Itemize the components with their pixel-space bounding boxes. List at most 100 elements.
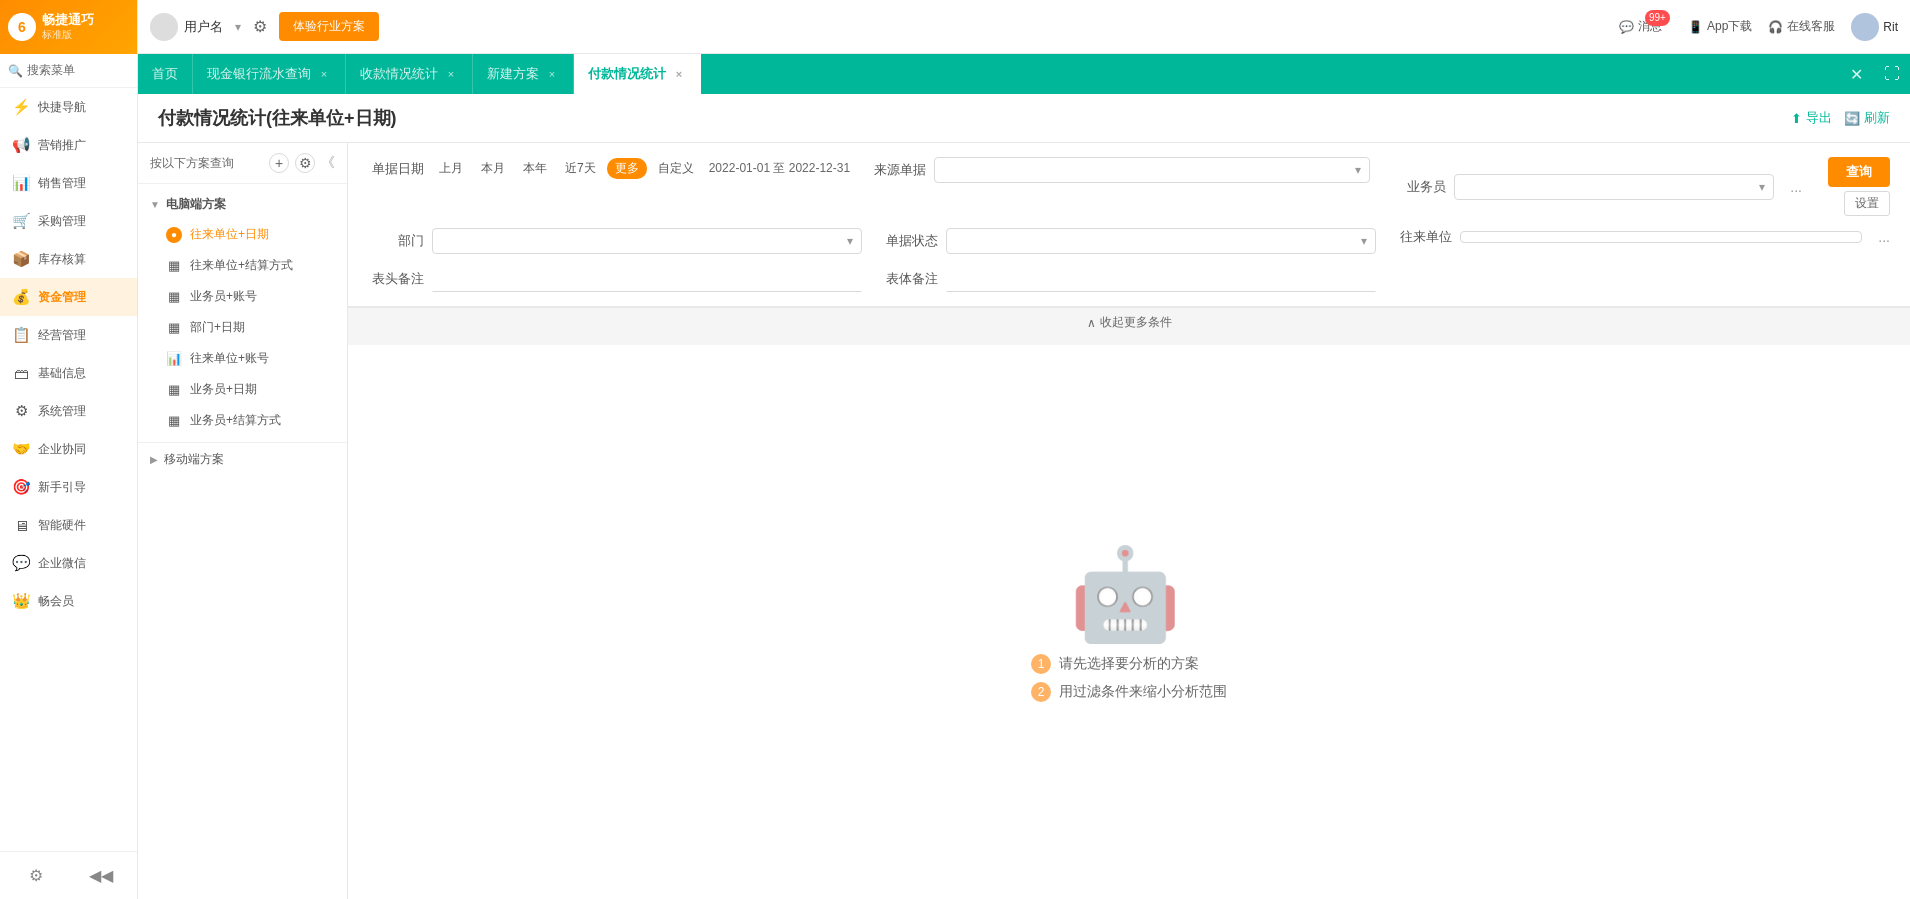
sidebar-item-basic-info[interactable]: 🗃 基础信息 <box>0 354 137 392</box>
topbar-actions: 💬 消息 99+ 📱 App下载 🎧 在线客服 Rit <box>1619 13 1898 41</box>
tab-receivable-stats-close[interactable]: × <box>444 67 458 81</box>
sidebar-item-hardware[interactable]: 🖥 智能硬件 <box>0 506 137 544</box>
body-note-input[interactable] <box>946 266 1376 292</box>
scheme-item-staff-date[interactable]: ▦ 业务员+日期 <box>138 374 347 405</box>
filter-area: 单据日期 上月 本月 本年 近7天 更多 自定义 2022-01-01 至 20… <box>348 143 1910 307</box>
sidebar-item-capital[interactable]: 💰 资金管理 <box>0 278 137 316</box>
user-info[interactable]: 用户名 <box>150 13 223 41</box>
brand-info: 畅捷通巧 标准版 <box>42 12 94 42</box>
date-btn-this-year[interactable]: 本年 <box>516 157 554 180</box>
sidebar-item-operation[interactable]: 📋 经营管理 <box>0 316 137 354</box>
desktop-scheme-group: ▼ 电脑端方案 ● 往来单位+日期 ▦ 往来单位+结算方式 ▦ 业务员+账号 <box>138 184 347 442</box>
dept-label: 部门 <box>368 232 424 250</box>
tab-bank-flow-close[interactable]: × <box>317 67 331 81</box>
date-btn-7days[interactable]: 近7天 <box>558 157 603 180</box>
date-btn-this-month[interactable]: 本月 <box>474 157 512 180</box>
topbar-dropdown-btn[interactable]: ▾ <box>235 20 241 34</box>
date-btn-custom[interactable]: 自定义 <box>651 157 701 180</box>
logo-icon: 6 <box>8 13 36 41</box>
topbar-gear-btn[interactable]: ⚙ <box>253 17 267 36</box>
sidebar-item-cooperation[interactable]: 🤝 企业协同 <box>0 430 137 468</box>
hardware-icon: 🖥 <box>12 516 30 534</box>
scheme-item-unit-date[interactable]: ● 往来单位+日期 <box>138 219 347 250</box>
chart-icon: 📊 <box>166 351 182 367</box>
sidebar-item-wechat[interactable]: 💬 企业微信 <box>0 544 137 582</box>
add-scheme-btn[interactable]: + <box>269 153 289 173</box>
tab-receivable-stats[interactable]: 收款情况统计 × <box>346 54 473 94</box>
query-btn[interactable]: 查询 <box>1828 157 1890 187</box>
scheme-item-unit-account[interactable]: 📊 往来单位+账号 <box>138 343 347 374</box>
page-header: 付款情况统计(往来单位+日期) ⬆ 导出 🔄 刷新 <box>138 94 1910 143</box>
sidebar-item-member[interactable]: 👑 畅会员 <box>0 582 137 620</box>
filter-panel: 单据日期 上月 本月 本年 近7天 更多 自定义 2022-01-01 至 20… <box>348 143 1910 899</box>
sidebar-collapse-btn[interactable]: ◀◀ <box>73 860 130 891</box>
tab-bank-flow[interactable]: 现金银行流水查询 × <box>193 54 346 94</box>
sidebar-item-label: 智能硬件 <box>38 517 86 534</box>
body-note-label: 表体备注 <box>882 270 938 288</box>
sidebar-item-purchase[interactable]: 🛒 采购管理 <box>0 202 137 240</box>
staff-dots[interactable]: ... <box>1790 179 1802 195</box>
tab-payment-stats-close[interactable]: × <box>672 67 686 81</box>
scheme-settings-btn[interactable]: ⚙ <box>295 153 315 173</box>
sidebar-item-marketing[interactable]: 📢 营销推广 <box>0 126 137 164</box>
sidebar-item-quick-nav[interactable]: ⚡ 快捷导航 <box>0 88 137 126</box>
purchase-icon: 🛒 <box>12 212 30 230</box>
source-select[interactable]: ▾ <box>934 157 1370 183</box>
doc-status-select[interactable]: ▾ <box>946 228 1376 254</box>
staff-select[interactable]: ▾ <box>1454 174 1774 200</box>
scheme-item-dept-date[interactable]: ▦ 部门+日期 <box>138 312 347 343</box>
header-note-input[interactable] <box>432 266 862 292</box>
mobile-group-label: 移动端方案 <box>164 451 224 468</box>
messages-btn[interactable]: 💬 消息 99+ <box>1619 18 1662 35</box>
tab-home[interactable]: 首页 <box>138 54 193 94</box>
refresh-btn[interactable]: 🔄 刷新 <box>1844 109 1890 127</box>
scheme-item-icon: ▦ <box>166 413 182 429</box>
filter-row-2: 部门 ▾ 单据状态 ▾ <box>368 228 1890 254</box>
scheme-item-staff-account[interactable]: ▦ 业务员+账号 <box>138 281 347 312</box>
message-icon: 💬 <box>1619 20 1634 34</box>
guide-icon: 🎯 <box>12 478 30 496</box>
app-download-btn[interactable]: 📱 App下载 <box>1688 18 1752 35</box>
tab-new-scheme[interactable]: 新建方案 × <box>473 54 574 94</box>
export-icon: ⬆ <box>1791 111 1802 126</box>
scheme-panel-collapse-btn[interactable]: 《 <box>321 154 335 172</box>
collapse-conditions-btn[interactable]: ∧ 收起更多条件 <box>348 307 1910 337</box>
sidebar-settings-btn[interactable]: ⚙ <box>8 860 65 891</box>
scheme-item-staff-settlement[interactable]: ▦ 业务员+结算方式 <box>138 405 347 436</box>
tab-fullscreen-btn[interactable]: ⛶ <box>1874 54 1910 94</box>
topbar-user-right[interactable]: Rit <box>1851 13 1898 41</box>
tabbar-actions: ✕ ⛶ <box>1838 54 1910 94</box>
tab-payment-stats[interactable]: 付款情况统计 × <box>574 54 701 94</box>
settings-btn[interactable]: 设置 <box>1844 191 1890 216</box>
sidebar-item-system[interactable]: ⚙ 系统管理 <box>0 392 137 430</box>
tab-new-scheme-close[interactable]: × <box>545 67 559 81</box>
mobile-group-header[interactable]: ▶ 移动端方案 <box>138 442 347 476</box>
desktop-group-header[interactable]: ▼ 电脑端方案 <box>138 190 347 219</box>
sidebar-item-sales[interactable]: 📊 销售管理 <box>0 164 137 202</box>
date-btn-last-month[interactable]: 上月 <box>432 157 470 180</box>
scheme-item-unit-settlement[interactable]: ▦ 往来单位+结算方式 <box>138 250 347 281</box>
online-service-btn[interactable]: 🎧 在线客服 <box>1768 18 1835 35</box>
sidebar-item-guide[interactable]: 🎯 新手引导 <box>0 468 137 506</box>
partner-select[interactable] <box>1460 231 1862 243</box>
trial-btn[interactable]: 体验行业方案 <box>279 12 379 41</box>
sidebar-item-label: 基础信息 <box>38 365 86 382</box>
doc-status-select-arrow: ▾ <box>1361 234 1367 248</box>
partner-dots[interactable]: ... <box>1878 229 1890 245</box>
export-btn[interactable]: ⬆ 导出 <box>1791 109 1832 127</box>
sales-icon: 📊 <box>12 174 30 192</box>
dept-select-arrow: ▾ <box>847 234 853 248</box>
scheme-item-unit-account-label: 往来单位+账号 <box>190 350 269 367</box>
sidebar-item-label: 资金管理 <box>38 289 86 306</box>
search-menu[interactable]: 🔍 搜索菜单 <box>0 54 137 88</box>
brand-sub: 标准版 <box>42 28 94 42</box>
topbar-username-right: Rit <box>1883 20 1898 34</box>
filter-dept-item: 部门 ▾ <box>368 228 862 254</box>
tab-close-all-btn[interactable]: ✕ <box>1838 54 1874 94</box>
dept-select[interactable]: ▾ <box>432 228 862 254</box>
sidebar-item-inventory[interactable]: 📦 库存核算 <box>0 240 137 278</box>
date-btn-more[interactable]: 更多 <box>607 158 647 179</box>
cooperation-icon: 🤝 <box>12 440 30 458</box>
scheme-panel-header: 按以下方案查询 + ⚙ 《 <box>138 143 347 184</box>
scheme-item-unit-date-label: 往来单位+日期 <box>190 226 269 243</box>
